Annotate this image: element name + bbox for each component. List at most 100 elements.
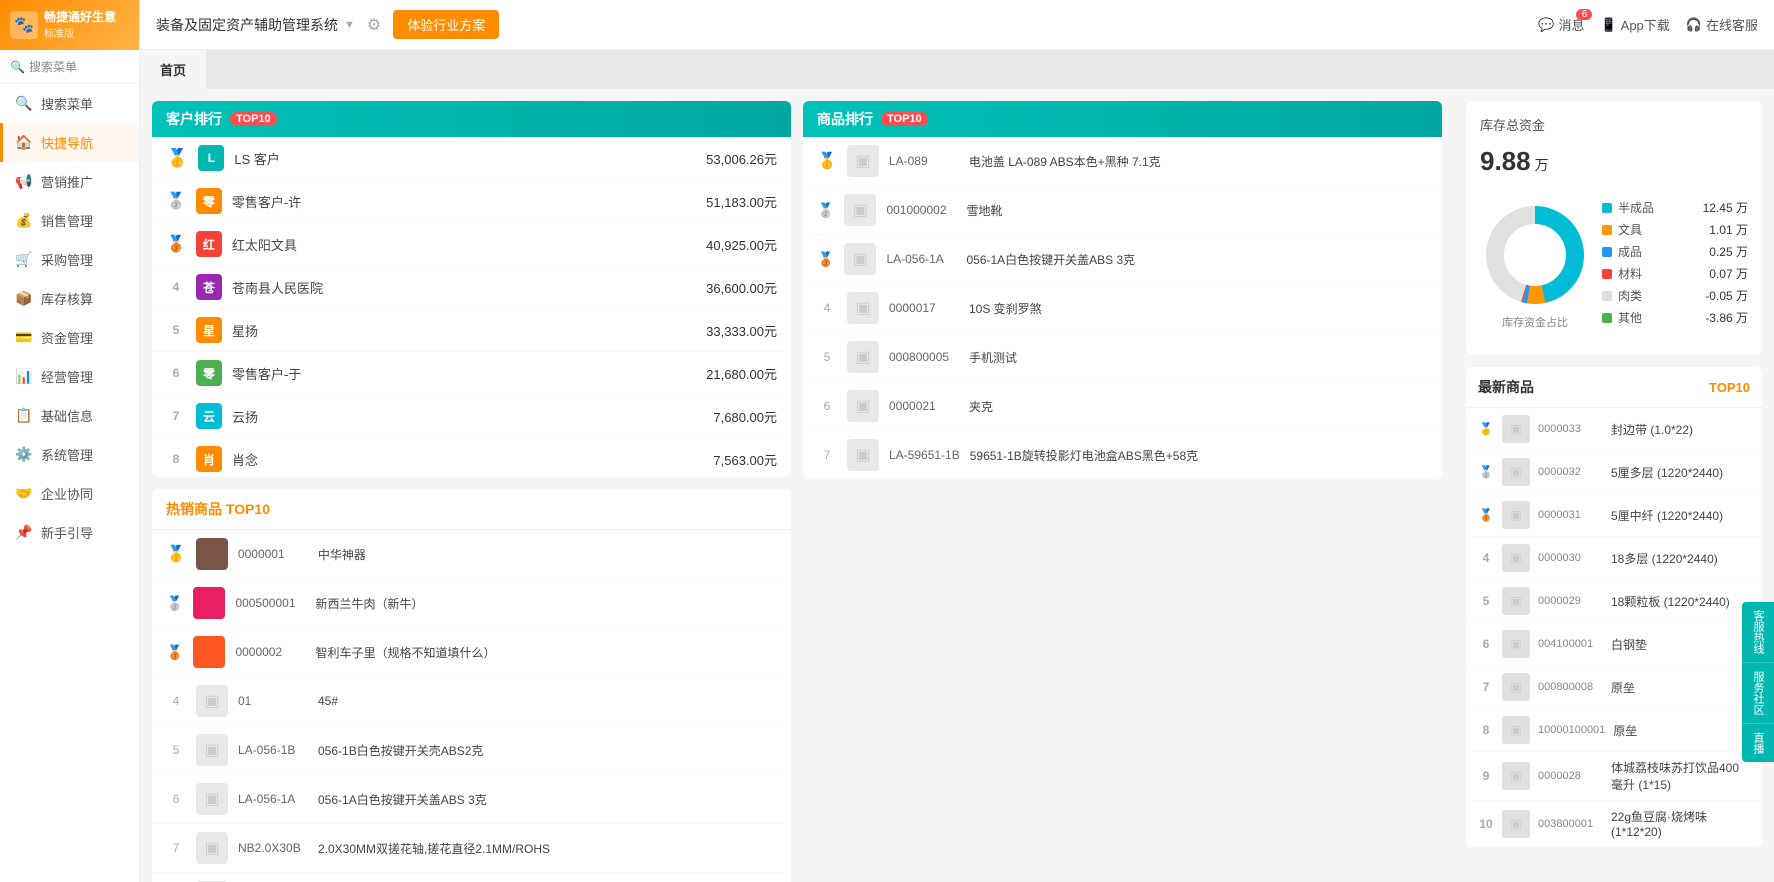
- customer-avatar: 零: [196, 360, 222, 386]
- product-rank-item: 7 ▣ LA-59651-1B 59651-1B旋转投影灯电池盒ABS黑色+58…: [803, 431, 1442, 480]
- hot-product-item: 7 ▣ NB2.0X30B 2.0X30MM双搓花轴,搓花直径2.1MM/ROH…: [152, 824, 791, 873]
- service-community[interactable]: 服务社区: [1742, 663, 1774, 724]
- product-name: 056-1A白色按键开关盖ABS 3克: [318, 791, 777, 808]
- latest-products-card: 最新商品 TOP10 🥇 ▣ 0000033 封边带 (1.0*22) 🥈 ▣ …: [1466, 367, 1762, 847]
- sidebar-item-marketing[interactable]: 📢营销推广: [0, 162, 139, 201]
- rank-number: 🥉: [1478, 508, 1494, 522]
- product-ranking-title: 商品排行: [817, 109, 873, 129]
- sidebar-item-finance[interactable]: 💳资金管理: [0, 318, 139, 357]
- product-image: ▣: [847, 341, 879, 373]
- dropdown-arrow-icon: ▼: [344, 19, 355, 31]
- legend-name: 其他: [1618, 309, 1699, 326]
- product-name: 10S 变刹罗煞: [969, 300, 1428, 317]
- latest-product-item: 8 ▣ 10000100001 原垒: [1466, 709, 1762, 752]
- product-code: 01: [238, 694, 308, 708]
- headset-icon: 🎧: [1686, 17, 1702, 33]
- customer-ranking-header: 客户排行 TOP10: [152, 101, 791, 137]
- product-name: 中华神器: [318, 546, 777, 563]
- legend-value: 0.07 万: [1709, 265, 1748, 282]
- product-name: 45#: [318, 694, 777, 708]
- legend-value: 1.01 万: [1709, 221, 1748, 238]
- message-button[interactable]: 💬 消息 6: [1538, 15, 1584, 34]
- product-image: [193, 636, 225, 668]
- sidebar-item-label: 销售管理: [41, 211, 93, 230]
- rank-number: 4: [1478, 551, 1494, 565]
- product-image: ▣: [1502, 810, 1530, 838]
- product-image: ▣: [844, 243, 876, 275]
- product-name: 封边带 (1.0*22): [1611, 421, 1750, 438]
- main-wrapper: 装备及固定资产辅助管理系统 ▼ ⚙ 体验行业方案 💬 消息 6 📱 App下载 …: [140, 0, 1774, 882]
- sidebar-item-enterprise[interactable]: 🤝企业协同: [0, 474, 139, 513]
- customer-hotline[interactable]: 客服热线: [1742, 602, 1774, 663]
- tab-home[interactable]: 首页: [140, 50, 206, 89]
- sidebar: 🐾 畅捷通好生意 标准版 🔍 搜索菜单 🔍搜索菜单🏠快捷导航📢营销推广💰销售管理…: [0, 0, 140, 882]
- sidebar-search-area[interactable]: 🔍 搜索菜单: [0, 50, 139, 84]
- customer-ranking-title: 客户排行: [166, 109, 222, 129]
- latest-products-title: 最新商品: [1478, 377, 1534, 397]
- sidebar-item-label: 系统管理: [41, 445, 93, 464]
- legend-item: 文具 1.01 万: [1602, 221, 1748, 238]
- legend-value: -0.05 万: [1705, 287, 1748, 304]
- donut-chart: [1480, 200, 1590, 310]
- rank-number: 4: [166, 280, 186, 294]
- product-name: 18多层 (1220*2440): [1611, 550, 1750, 567]
- sidebar-item-base[interactable]: 📋基础信息: [0, 396, 139, 435]
- product-ranking-list: 🥇 ▣ LA-089 电池盖 LA-089 ABS本色+黑种 7.1克 🥈 ▣ …: [803, 137, 1442, 480]
- sidebar-item-operation[interactable]: 📊经营管理: [0, 357, 139, 396]
- sidebar-item-guide[interactable]: 📌新手引导: [0, 513, 139, 552]
- rank-number: 🥇: [1478, 422, 1494, 436]
- sidebar-item-sales[interactable]: 💰销售管理: [0, 201, 139, 240]
- sidebar-item-label: 经营管理: [41, 367, 93, 386]
- sidebar-item-label: 搜索菜单: [41, 94, 93, 113]
- product-name: 2.0X30MM双搓花轴,搓花直径2.1MM/ROHS: [318, 840, 777, 857]
- customer-ranking-list: 🥇 L LS 客户 53,006.26元 🥈 零 零售客户-许 51,183.0…: [152, 137, 791, 477]
- product-name: 22g鱼豆腐·烧烤味 (1*12*20): [1611, 808, 1750, 839]
- product-name: 5厘多层 (1220*2440): [1611, 464, 1750, 481]
- product-rank-item: 🥇 ▣ LA-089 电池盖 LA-089 ABS本色+黑种 7.1克: [803, 137, 1442, 186]
- rank-number: 5: [166, 743, 186, 757]
- sidebar-item-system[interactable]: ⚙️系统管理: [0, 435, 139, 474]
- float-support: 客服热线 服务社区 直播: [1742, 602, 1774, 762]
- sidebar-item-search[interactable]: 🔍搜索菜单: [0, 84, 139, 123]
- product-image: ▣: [196, 685, 228, 717]
- search-menu[interactable]: 🔍 搜索菜单: [10, 58, 129, 75]
- customer-avatar: 云: [196, 403, 222, 429]
- customer-rank-item: 7 云 云扬 7,680.00元: [152, 395, 791, 438]
- sidebar-logo: 🐾 畅捷通好生意 标准版: [0, 0, 139, 50]
- customer-avatar: 苍: [196, 274, 222, 300]
- live-stream[interactable]: 直播: [1742, 724, 1774, 762]
- product-top-badge: TOP10: [881, 112, 928, 126]
- rank-number: 6: [166, 792, 186, 806]
- sidebar-item-inventory[interactable]: 📦库存核算: [0, 279, 139, 318]
- customer-name: 苍南县人民医院: [232, 278, 696, 297]
- rank-number: 6: [1478, 637, 1494, 651]
- product-name: 056-1A白色按键开关盖ABS 3克: [966, 251, 1428, 268]
- product-image: ▣: [1502, 630, 1530, 658]
- legend-item: 成品 0.25 万: [1602, 243, 1748, 260]
- app-download-button[interactable]: 📱 App下载: [1600, 15, 1669, 34]
- hot-products-header: 热销商品 TOP10: [152, 489, 791, 530]
- online-service-button[interactable]: 🎧 在线客服: [1686, 15, 1758, 34]
- customer-name: 红太阳文具: [232, 235, 696, 254]
- guide-icon: 📌: [15, 524, 33, 541]
- customer-rank-item: 🥉 红 红太阳文具 40,925.00元: [152, 223, 791, 266]
- enterprise-icon: 🤝: [15, 485, 33, 502]
- header-right: 💬 消息 6 📱 App下载 🎧 在线客服: [1538, 15, 1758, 34]
- hot-product-item: 🥇 0000001 中华神器: [152, 530, 791, 579]
- customer-rank-item: 🥈 零 零售客户-许 51,183.00元: [152, 180, 791, 223]
- trial-button[interactable]: 体验行业方案: [393, 10, 499, 39]
- customer-value: 40,925.00元: [706, 235, 777, 254]
- product-code: 0000030: [1538, 552, 1603, 564]
- rank-number: 4: [166, 694, 186, 708]
- settings-icon[interactable]: ⚙: [367, 15, 381, 35]
- sidebar-item-label: 基础信息: [41, 406, 93, 425]
- sidebar-item-purchase[interactable]: 🛒采购管理: [0, 240, 139, 279]
- product-code: 0000001: [238, 547, 308, 561]
- customer-rank-item: 6 零 零售客户-于 21,680.00元: [152, 352, 791, 395]
- latest-top-badge: TOP10: [1709, 380, 1750, 395]
- product-name: 5厘中纤 (1220*2440): [1611, 507, 1750, 524]
- customer-avatar: L: [198, 145, 224, 171]
- header: 装备及固定资产辅助管理系统 ▼ ⚙ 体验行业方案 💬 消息 6 📱 App下载 …: [140, 0, 1774, 50]
- sidebar-item-quick[interactable]: 🏠快捷导航: [0, 123, 139, 162]
- product-image: [196, 538, 228, 570]
